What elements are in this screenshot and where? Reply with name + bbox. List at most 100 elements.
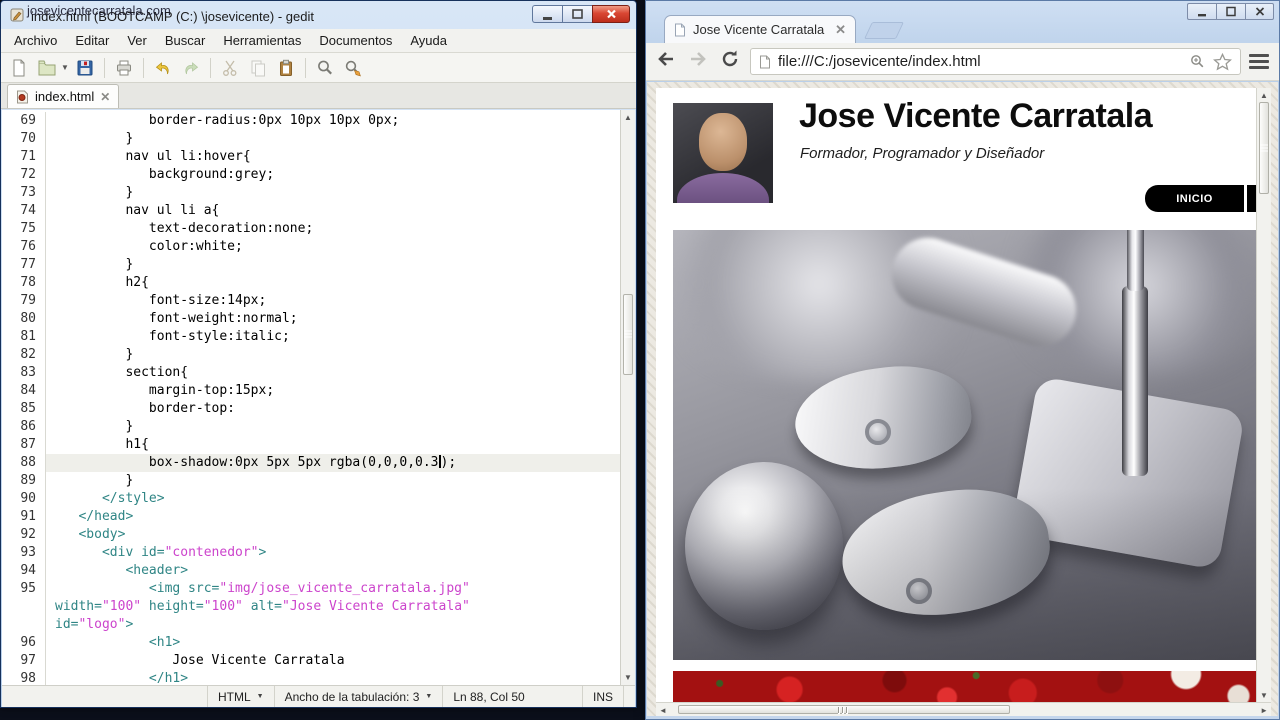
code-line[interactable]: 76 color:white; (2, 238, 620, 256)
code-line[interactable]: 70 } (2, 130, 620, 148)
language-selector[interactable]: HTML ▼ (207, 686, 274, 707)
code-line[interactable]: id="logo"> (2, 616, 620, 634)
address-bar[interactable]: file:///C:/josevicente/index.html (750, 48, 1241, 75)
code-line[interactable]: 94 <header> (2, 562, 620, 580)
new-document-icon[interactable] (7, 56, 31, 80)
menu-ayuda[interactable]: Ayuda (401, 30, 456, 51)
scroll-down-icon[interactable]: ▼ (1257, 691, 1271, 700)
code-line[interactable]: 82 } (2, 346, 620, 364)
code-line[interactable]: 97 Jose Vicente Carratala (2, 652, 620, 670)
open-dropdown-icon[interactable]: ▼ (61, 63, 69, 72)
code-line[interactable]: 95 <img src="img/jose_vicente_carratala.… (2, 580, 620, 598)
code-line[interactable]: 79 font-size:14px; (2, 292, 620, 310)
undo-icon[interactable] (151, 56, 175, 80)
gedit-tab-indexhtml[interactable]: index.html ✕ (7, 84, 120, 108)
page-vertical-scrollbar[interactable]: ▲ ▼ (1256, 88, 1271, 702)
reload-button[interactable] (718, 48, 742, 75)
code-line[interactable]: 75 text-decoration:none; (2, 220, 620, 238)
gedit-titlebar[interactable]: index.html (BOOTCAMP (C:) \josevicente) … (1, 1, 636, 29)
dropdown-caret-icon: ▼ (425, 693, 433, 700)
browser-tab-close-icon[interactable]: ✕ (835, 22, 846, 38)
code-line[interactable]: 93 <div id="contenedor"> (2, 544, 620, 562)
forward-button[interactable] (686, 49, 710, 74)
code-line[interactable]: 86 } (2, 418, 620, 436)
code-line[interactable]: 87 h1{ (2, 436, 620, 454)
redo-icon[interactable] (179, 56, 203, 80)
menu-herramientas[interactable]: Herramientas (214, 30, 310, 51)
new-tab-button[interactable] (864, 22, 904, 39)
code-line[interactable]: 77 } (2, 256, 620, 274)
url-text[interactable]: file:///C:/josevicente/index.html (778, 53, 1182, 70)
code-line[interactable]: 92 <body> (2, 526, 620, 544)
browser-titlebar[interactable]: Jose Vicente Carratala ✕ (646, 1, 1279, 43)
code-line[interactable]: 73 } (2, 184, 620, 202)
page-hscrollbar-thumb[interactable] (678, 705, 1011, 714)
paste-icon[interactable] (274, 56, 298, 80)
line-number: 81 (2, 328, 46, 346)
gedit-maximize-button[interactable] (562, 5, 592, 23)
gedit-tab-close-icon[interactable]: ✕ (100, 90, 110, 104)
menu-documentos[interactable]: Documentos (310, 30, 401, 51)
scroll-up-icon[interactable]: ▲ (1257, 91, 1271, 100)
find-icon[interactable] (313, 56, 337, 80)
webpage: Jose Vicente Carratala Formador, Program… (656, 88, 1256, 702)
gedit-editor[interactable]: 69 border-radius:0px 10px 10px 0px; 70 } 7… (2, 110, 635, 685)
gedit-tab-label: index.html (35, 89, 95, 104)
code-line[interactable]: 81 font-style:italic; (2, 328, 620, 346)
scroll-right-icon[interactable]: ► (1260, 706, 1268, 715)
resize-grip[interactable] (623, 686, 635, 707)
menu-ver[interactable]: Ver (118, 30, 156, 51)
gedit-minimize-button[interactable] (532, 5, 562, 23)
zoom-icon[interactable] (1189, 53, 1206, 70)
code-line[interactable]: 89 } (2, 472, 620, 490)
code-line[interactable]: 90 </style> (2, 490, 620, 508)
cut-icon[interactable] (218, 56, 242, 80)
line-number: 88 (2, 454, 46, 472)
line-number (2, 598, 46, 616)
gedit-app-icon (9, 7, 25, 28)
browser-window: Jose Vicente Carratala ✕ file:///C:/jose… (645, 0, 1280, 720)
menu-buscar[interactable]: Buscar (156, 30, 214, 51)
menu-archivo[interactable]: Archivo (5, 30, 66, 51)
code-line[interactable]: width="100" height="100" alt="Jose Vicen… (2, 598, 620, 616)
browser-maximize-button[interactable] (1216, 3, 1245, 20)
code-line[interactable]: 88 box-shadow:0px 5px 5px rgba(0,0,0,0.3… (2, 454, 620, 472)
code-line[interactable]: 69 border-radius:0px 10px 10px 0px; (2, 112, 620, 130)
code-line[interactable]: 80 font-weight:normal; (2, 310, 620, 328)
print-icon[interactable] (112, 56, 136, 80)
gedit-close-button[interactable] (592, 5, 630, 23)
code-line[interactable]: 72 background:grey; (2, 166, 620, 184)
code-line[interactable]: 91 </head> (2, 508, 620, 526)
gedit-vertical-scrollbar[interactable]: ▲ ▼ (620, 110, 635, 685)
tab-width-selector[interactable]: Ancho de la tabulación: 3 ▼ (273, 686, 443, 707)
browser-tab-title: Jose Vicente Carratala (693, 22, 825, 37)
gedit-scrollbar-thumb[interactable] (623, 294, 633, 375)
code-line[interactable]: 84 margin-top:15px; (2, 382, 620, 400)
copy-icon[interactable] (246, 56, 270, 80)
menu-editar[interactable]: Editar (66, 30, 118, 51)
find-replace-icon[interactable] (341, 56, 365, 80)
page-scrollbar-thumb[interactable] (1259, 102, 1269, 194)
back-button[interactable] (654, 49, 678, 74)
code-line[interactable]: 71 nav ul li:hover{ (2, 148, 620, 166)
nav-link-inicio[interactable]: INICIO (1145, 185, 1244, 212)
scroll-down-icon[interactable]: ▼ (621, 673, 635, 682)
open-document-icon[interactable] (35, 56, 59, 80)
browser-menu-icon[interactable] (1249, 54, 1271, 69)
page-horizontal-scrollbar[interactable]: ◄ ► (656, 702, 1271, 716)
browser-close-button[interactable] (1245, 3, 1274, 20)
code-line[interactable]: 74 nav ul li a{ (2, 202, 620, 220)
code-line[interactable]: 85 border-top: (2, 400, 620, 418)
save-icon[interactable] (73, 56, 97, 80)
page-nav: INICIO (1145, 185, 1244, 212)
code-line[interactable]: 83 section{ (2, 364, 620, 382)
code-line[interactable]: 96 <h1> (2, 634, 620, 652)
browser-minimize-button[interactable] (1187, 3, 1216, 20)
browser-tab[interactable]: Jose Vicente Carratala ✕ (664, 15, 856, 43)
code-line[interactable]: 98 </h1> (2, 670, 620, 685)
scroll-left-icon[interactable]: ◄ (659, 706, 667, 715)
scroll-up-icon[interactable]: ▲ (621, 113, 635, 122)
code-line[interactable]: 78 h2{ (2, 274, 620, 292)
bookmark-star-icon[interactable] (1213, 52, 1232, 71)
page-subtitle: Formador, Programador y Diseñador (800, 145, 1045, 162)
